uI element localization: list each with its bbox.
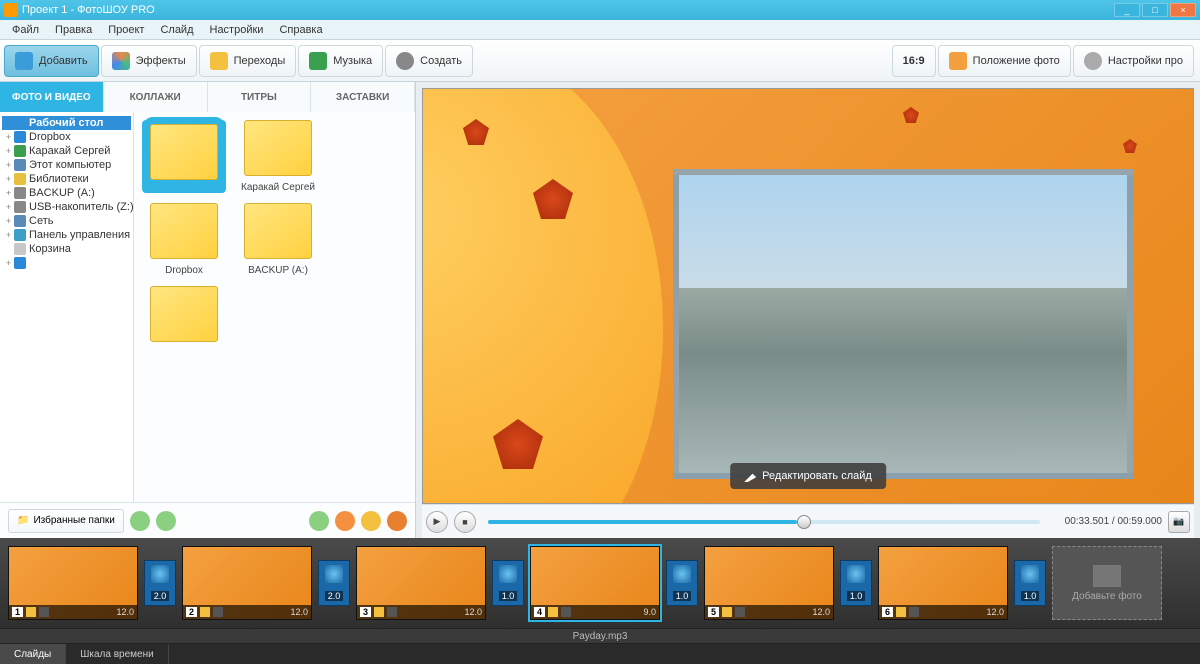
transition-block[interactable]: 2.0 bbox=[318, 560, 350, 606]
leaf-decoration bbox=[493, 419, 543, 469]
thumbnail-grid: Каракай СергейDropboxBACKUP (A:) bbox=[134, 112, 415, 502]
menu-project[interactable]: Проект bbox=[100, 22, 152, 38]
music-button[interactable]: Музыка bbox=[298, 45, 383, 77]
toolbar: Добавить Эффекты Переходы Музыка Создать… bbox=[0, 40, 1200, 82]
home-icon[interactable] bbox=[335, 511, 355, 531]
effects-button[interactable]: Эффекты bbox=[101, 45, 197, 77]
folder-thumbnail[interactable]: Dropbox bbox=[142, 203, 226, 276]
transition-block[interactable]: 1.0 bbox=[840, 560, 872, 606]
folder-thumbnail[interactable]: BACKUP (A:) bbox=[236, 203, 320, 276]
tree-item[interactable]: Рабочий стол bbox=[2, 116, 131, 130]
tree-item[interactable]: + bbox=[2, 256, 131, 270]
tree-item[interactable]: +Dropbox bbox=[2, 130, 131, 144]
transition-block[interactable]: 2.0 bbox=[144, 560, 176, 606]
menu-edit[interactable]: Правка bbox=[47, 22, 100, 38]
folder-thumbnail[interactable]: Каракай Сергей bbox=[236, 120, 320, 193]
transition-block[interactable]: 1.0 bbox=[666, 560, 698, 606]
menu-settings[interactable]: Настройки bbox=[202, 22, 272, 38]
tab-slides[interactable]: Слайды bbox=[0, 644, 66, 664]
add-button[interactable]: Добавить bbox=[4, 45, 99, 77]
app-icon bbox=[4, 3, 18, 17]
leaf-decoration bbox=[903, 107, 919, 123]
download-icon[interactable] bbox=[309, 511, 329, 531]
timeline-slide[interactable]: 112.0 bbox=[8, 546, 138, 620]
photo-position-button[interactable]: Положение фото bbox=[938, 45, 1071, 77]
edit-slide-button[interactable]: Редактировать слайд bbox=[730, 463, 886, 489]
playback-bar: ▶ ■ 00:33.501 / 00:59.000 📷 bbox=[422, 504, 1194, 538]
tree-item[interactable]: +Этот компьютер bbox=[2, 158, 131, 172]
seek-bar[interactable] bbox=[488, 520, 1040, 524]
tree-item[interactable]: +Панель управления bbox=[2, 228, 131, 242]
window-title: Проект 1 - ФотоШОУ PRO bbox=[22, 4, 155, 16]
play-button[interactable]: ▶ bbox=[426, 511, 448, 533]
tab-collages[interactable]: КОЛЛАЖИ bbox=[104, 82, 208, 112]
leaf-decoration bbox=[1123, 139, 1137, 153]
folder-thumbnail[interactable] bbox=[142, 286, 226, 348]
left-panel: ФОТО И ВИДЕО КОЛЛАЖИ ТИТРЫ ЗАСТАВКИ Рабо… bbox=[0, 82, 416, 538]
folder-tree[interactable]: Рабочий стол+Dropbox+Каракай Сергей+Этот… bbox=[0, 112, 134, 502]
aspect-ratio-button[interactable]: 16:9 bbox=[892, 45, 936, 77]
audio-track[interactable]: Payday.mp3 bbox=[0, 628, 1200, 644]
transition-block[interactable]: 1.0 bbox=[1014, 560, 1046, 606]
tree-item[interactable]: +Сеть bbox=[2, 214, 131, 228]
window-controls: _ □ × bbox=[1114, 3, 1196, 17]
leaf-decoration bbox=[463, 119, 489, 145]
pencil-icon bbox=[744, 470, 756, 482]
source-tabs: ФОТО И ВИДЕО КОЛЛАЖИ ТИТРЫ ЗАСТАВКИ bbox=[0, 82, 415, 112]
transition-block[interactable]: 1.0 bbox=[492, 560, 524, 606]
create-button[interactable]: Создать bbox=[385, 45, 473, 77]
leaf-decoration bbox=[533, 179, 573, 219]
titlebar: Проект 1 - ФотоШОУ PRO _ □ × bbox=[0, 0, 1200, 20]
preview-panel: Редактировать слайд ▶ ■ 00:33.501 / 00:5… bbox=[416, 82, 1200, 538]
music-note-icon bbox=[309, 52, 327, 70]
gear-icon bbox=[1084, 52, 1102, 70]
transitions-button[interactable]: Переходы bbox=[199, 45, 297, 77]
bottom-tabs: Слайды Шкала времени bbox=[0, 644, 1200, 664]
menu-help[interactable]: Справка bbox=[271, 22, 330, 38]
image-icon bbox=[949, 52, 967, 70]
timeline-slide[interactable]: 512.0 bbox=[704, 546, 834, 620]
project-settings-button[interactable]: Настройки про bbox=[1073, 45, 1194, 77]
nav-forward-icon[interactable] bbox=[156, 511, 176, 531]
seek-knob[interactable] bbox=[797, 515, 811, 529]
add-slide-button[interactable]: Добавьте фото bbox=[1052, 546, 1162, 620]
palette-icon bbox=[112, 52, 130, 70]
stop-button[interactable]: ■ bbox=[454, 511, 476, 533]
folder-open-icon[interactable] bbox=[361, 511, 381, 531]
menu-file[interactable]: Файл bbox=[4, 22, 47, 38]
timeline-slide[interactable]: 312.0 bbox=[356, 546, 486, 620]
snapshot-button[interactable]: 📷 bbox=[1168, 511, 1190, 533]
minimize-button[interactable]: _ bbox=[1114, 3, 1140, 17]
maximize-button[interactable]: □ bbox=[1142, 3, 1168, 17]
tree-item[interactable]: +Каракай Сергей bbox=[2, 144, 131, 158]
folder-icon: 📁 bbox=[17, 515, 29, 526]
camera-icon bbox=[15, 52, 33, 70]
timecode: 00:33.501 / 00:59.000 bbox=[1052, 516, 1162, 527]
timeline-slide[interactable]: 49.0 bbox=[530, 546, 660, 620]
tab-intros[interactable]: ЗАСТАВКИ bbox=[311, 82, 415, 112]
tab-photo-video[interactable]: ФОТО И ВИДЕО bbox=[0, 82, 104, 112]
timeline[interactable]: 112.02.0212.02.0312.01.049.01.0512.01.06… bbox=[0, 538, 1200, 628]
tree-item[interactable]: +USB-накопитель (Z:) bbox=[2, 200, 131, 214]
photo-frame[interactable] bbox=[673, 169, 1133, 479]
tree-item[interactable]: Корзина bbox=[2, 242, 131, 256]
star-icon bbox=[210, 52, 228, 70]
gear-icon bbox=[396, 52, 414, 70]
left-bottom-bar: 📁Избранные папки bbox=[0, 502, 415, 538]
nav-back-icon[interactable] bbox=[130, 511, 150, 531]
close-button[interactable]: × bbox=[1170, 3, 1196, 17]
tree-item[interactable]: +BACKUP (A:) bbox=[2, 186, 131, 200]
menu-slide[interactable]: Слайд bbox=[152, 22, 201, 38]
tab-titles[interactable]: ТИТРЫ bbox=[208, 82, 312, 112]
folder-up-icon[interactable] bbox=[387, 511, 407, 531]
folder-thumbnail[interactable] bbox=[142, 120, 226, 193]
preview-canvas[interactable]: Редактировать слайд bbox=[422, 88, 1194, 504]
tree-item[interactable]: +Библиотеки bbox=[2, 172, 131, 186]
favorites-button[interactable]: 📁Избранные папки bbox=[8, 509, 124, 533]
timeline-slide[interactable]: 212.0 bbox=[182, 546, 312, 620]
timeline-slide[interactable]: 612.0 bbox=[878, 546, 1008, 620]
tab-timeline[interactable]: Шкала времени bbox=[66, 644, 168, 664]
menubar: Файл Правка Проект Слайд Настройки Справ… bbox=[0, 20, 1200, 40]
